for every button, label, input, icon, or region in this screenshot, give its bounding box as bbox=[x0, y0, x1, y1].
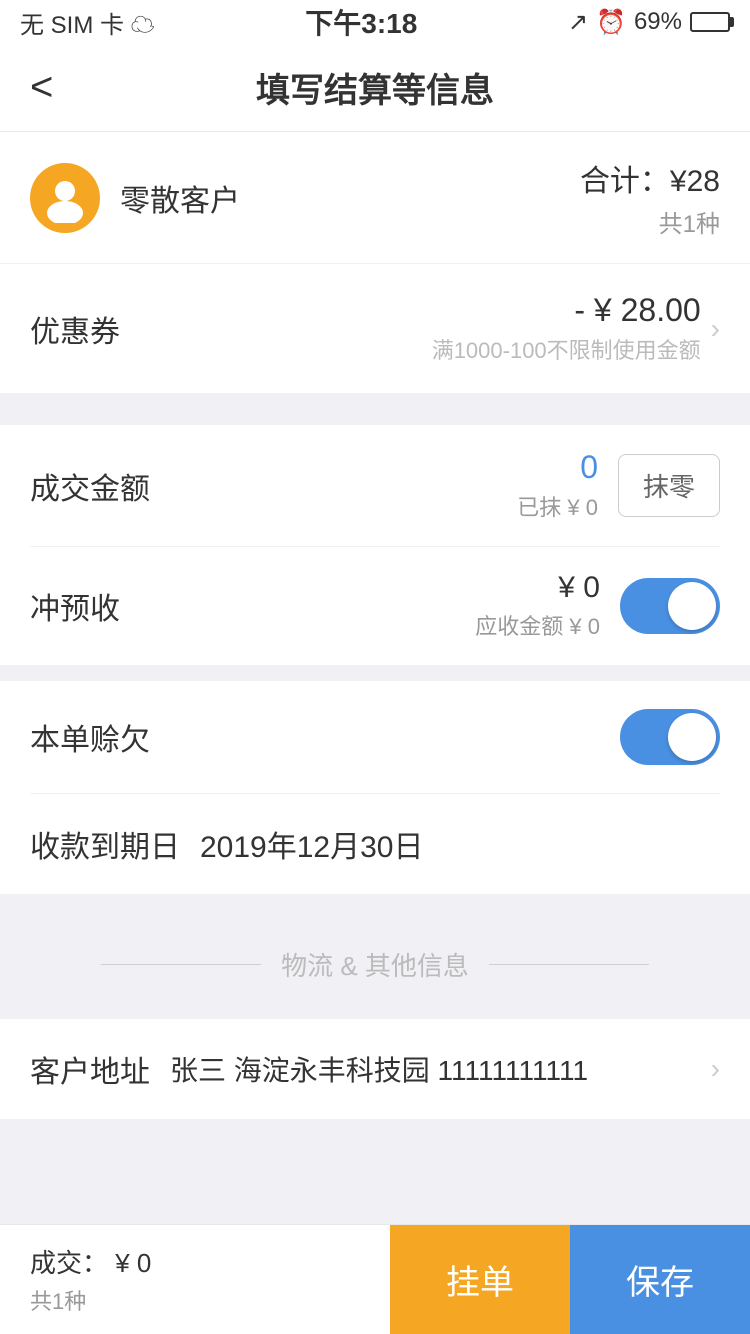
deal-amount: ¥ 0 bbox=[115, 1248, 151, 1278]
amount-value: 0 bbox=[517, 449, 598, 486]
precollect-row: 冲预收 ¥ 0 应收金额 ¥ 0 bbox=[30, 547, 720, 665]
content: 零散客户 合计：¥28 共1种 优惠券 - ¥ 28.00 满1000-100不… bbox=[0, 132, 750, 1255]
address-label: 客户地址 bbox=[30, 1047, 150, 1091]
logistics-label: 物流 & 其他信息 bbox=[281, 946, 469, 983]
customer-card: 零散客户 合计：¥28 共1种 优惠券 - ¥ 28.00 满1000-100不… bbox=[0, 132, 750, 393]
coupon-row[interactable]: 优惠券 - ¥ 28.00 满1000-100不限制使用金额 › bbox=[0, 263, 750, 393]
round-button[interactable]: 抹零 bbox=[618, 454, 720, 517]
bottom-count: 共1种 bbox=[30, 1284, 360, 1316]
bottom-deal: 成交： ¥ 0 bbox=[30, 1243, 360, 1280]
customer-row: 零散客户 合计：¥28 共1种 bbox=[0, 132, 750, 263]
bottom-info: 成交： ¥ 0 共1种 bbox=[0, 1243, 390, 1316]
customer-name: 零散客户 bbox=[120, 176, 240, 220]
amount-label: 成交金额 bbox=[30, 464, 150, 508]
precollect-value-wrapper: ¥ 0 应收金额 ¥ 0 bbox=[475, 571, 600, 641]
status-right: ↗ ⏰ 69% bbox=[568, 8, 730, 37]
status-left: 无 SIM 卡 ☁ bbox=[20, 5, 155, 40]
sim-status: 无 SIM 卡 ☁ bbox=[20, 5, 155, 40]
amount-value-wrapper: 0 已抹 ¥ 0 bbox=[517, 449, 598, 522]
coupon-discount: - ¥ 28.00 bbox=[432, 292, 701, 329]
divider-line-right bbox=[489, 964, 649, 965]
total-amount: 合计：¥28 bbox=[580, 156, 720, 200]
back-button[interactable]: < bbox=[30, 65, 53, 110]
total-count: 共1种 bbox=[580, 204, 720, 239]
battery-text: 69% bbox=[634, 8, 682, 36]
section-gap-3 bbox=[0, 910, 750, 926]
amount-section: 成交金额 0 已抹 ¥ 0 抹零 冲预收 ¥ 0 应收金额 ¥ 0 bbox=[0, 425, 750, 665]
alarm-icon: ⏰ bbox=[596, 8, 626, 37]
coupon-label: 优惠券 bbox=[30, 307, 120, 351]
due-date-value: 2019年12月30日 bbox=[200, 822, 423, 866]
chevron-right-icon: › bbox=[711, 313, 720, 345]
coupon-right: - ¥ 28.00 满1000-100不限制使用金额 › bbox=[432, 292, 720, 365]
logistics-divider: 物流 & 其他信息 bbox=[0, 946, 750, 983]
precollect-main: ¥ 0 bbox=[475, 571, 600, 605]
precollect-right: ¥ 0 应收金额 ¥ 0 bbox=[475, 571, 720, 641]
page-title: 填写结算等信息 bbox=[256, 63, 494, 112]
coupon-details: - ¥ 28.00 满1000-100不限制使用金额 bbox=[432, 292, 701, 365]
address-value: 张三 海淀永丰科技园 11111111111 bbox=[170, 1049, 711, 1089]
precollect-label: 冲预收 bbox=[30, 584, 120, 628]
save-button[interactable]: 保存 bbox=[570, 1225, 750, 1334]
status-time: 下午3:18 bbox=[305, 2, 417, 42]
precollect-toggle[interactable] bbox=[620, 578, 720, 634]
nav-bar: < 填写结算等信息 bbox=[0, 44, 750, 132]
customer-left: 零散客户 bbox=[30, 163, 240, 233]
amount-sub: 已抹 ¥ 0 bbox=[517, 490, 598, 522]
divider-line-left bbox=[101, 964, 261, 965]
amount-row: 成交金额 0 已抹 ¥ 0 抹零 bbox=[30, 425, 720, 547]
hold-button[interactable]: 挂单 bbox=[390, 1225, 570, 1334]
due-date-label: 收款到期日 bbox=[30, 822, 180, 866]
address-chevron-icon: › bbox=[711, 1053, 720, 1085]
debit-row: 本单赊欠 bbox=[30, 681, 720, 794]
avatar bbox=[30, 163, 100, 233]
section-gap-4 bbox=[0, 1003, 750, 1019]
toggle-knob bbox=[668, 582, 716, 630]
status-bar: 无 SIM 卡 ☁ 下午3:18 ↗ ⏰ 69% bbox=[0, 0, 750, 44]
section-gap-2 bbox=[0, 665, 750, 681]
debit-label: 本单赊欠 bbox=[30, 715, 150, 759]
debit-section: 本单赊欠 收款到期日 2019年12月30日 bbox=[0, 681, 750, 894]
logistics-section: 物流 & 其他信息 bbox=[0, 926, 750, 1003]
due-date-row: 收款到期日 2019年12月30日 bbox=[30, 794, 720, 894]
deal-label: 成交： bbox=[30, 1248, 108, 1278]
location-icon: ↗ bbox=[568, 8, 588, 37]
customer-right: 合计：¥28 共1种 bbox=[580, 156, 720, 239]
section-gap-1 bbox=[0, 409, 750, 425]
bottom-bar: 成交： ¥ 0 共1种 挂单 保存 bbox=[0, 1224, 750, 1334]
amount-right: 0 已抹 ¥ 0 抹零 bbox=[517, 449, 720, 522]
debit-toggle[interactable] bbox=[620, 709, 720, 765]
address-section[interactable]: 客户地址 张三 海淀永丰科技园 11111111111 › bbox=[0, 1019, 750, 1119]
coupon-desc: 满1000-100不限制使用金额 bbox=[432, 333, 701, 365]
battery-icon bbox=[690, 12, 730, 32]
precollect-sub: 应收金额 ¥ 0 bbox=[475, 609, 600, 641]
debit-toggle-knob bbox=[668, 713, 716, 761]
